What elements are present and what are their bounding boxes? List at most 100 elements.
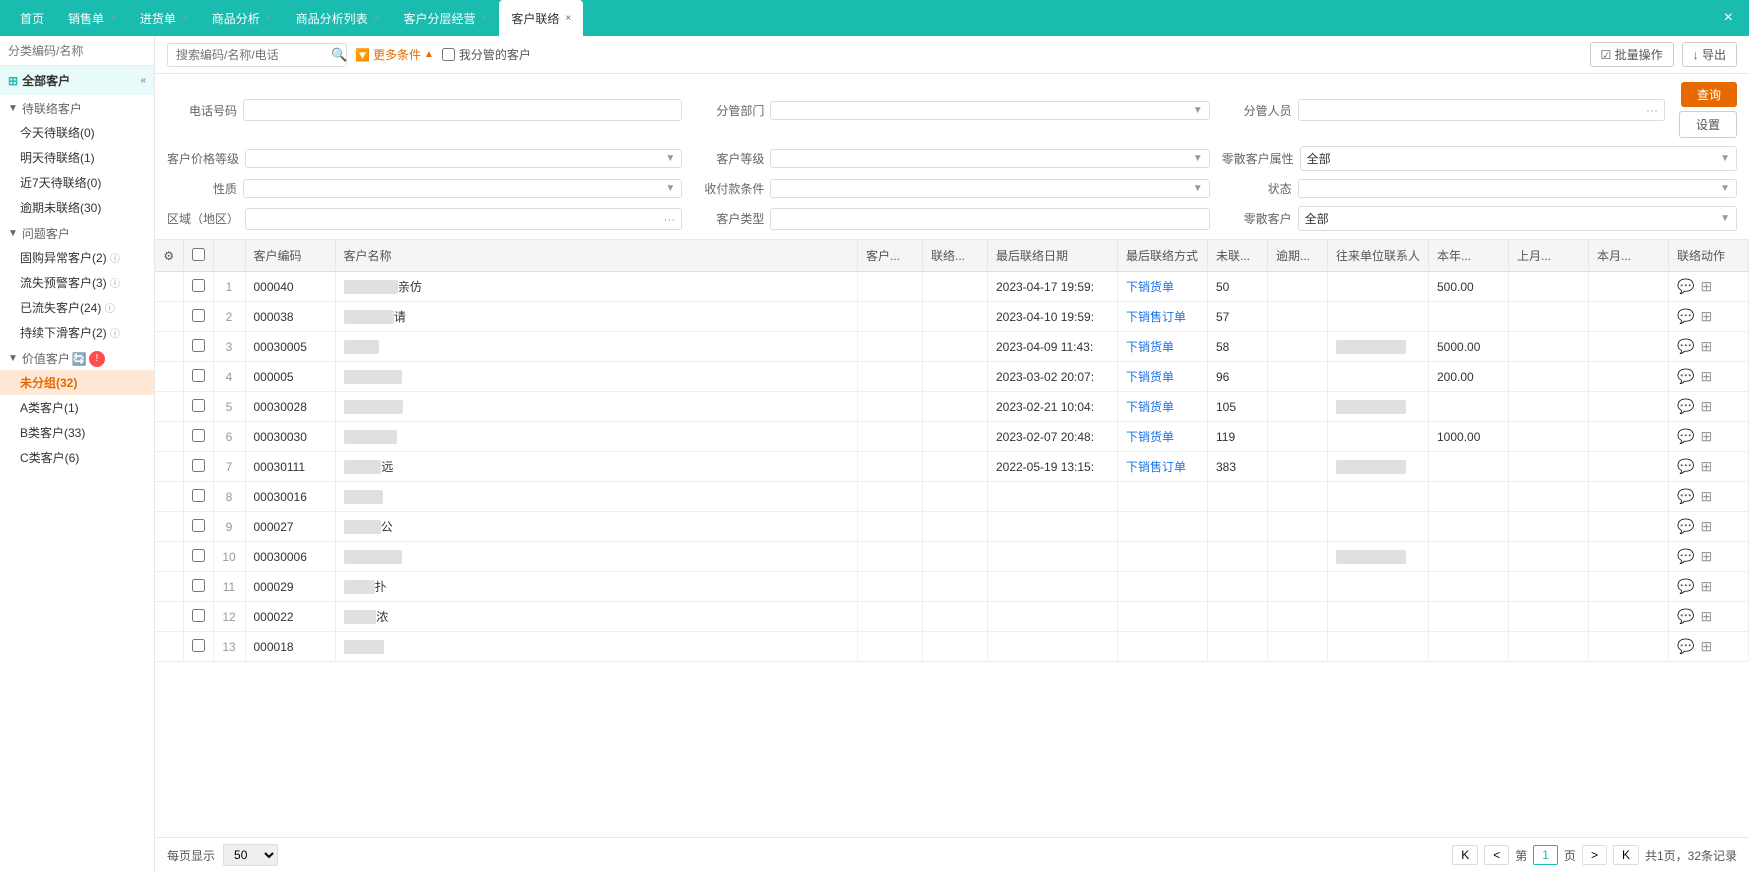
row-checkbox-cell[interactable] [183, 602, 213, 632]
chat-icon[interactable]: 💬 [1677, 338, 1694, 355]
chat-icon[interactable]: 💬 [1677, 278, 1694, 295]
my-customers-checkbox[interactable]: 我分管的客户 [442, 46, 531, 63]
row-checkbox-cell[interactable] [183, 422, 213, 452]
row-checkbox[interactable] [192, 339, 205, 352]
row-checkbox[interactable] [192, 549, 205, 562]
sidebar-item-7days[interactable]: 近7天待联络(0) [0, 170, 154, 195]
select-all-checkbox[interactable] [192, 248, 205, 261]
grid-action-icon[interactable]: ⊞ [1700, 548, 1712, 565]
first-page-btn[interactable]: K [1452, 845, 1478, 865]
grid-action-icon[interactable]: ⊞ [1700, 578, 1712, 595]
chat-icon[interactable]: 💬 [1677, 428, 1694, 445]
row-checkbox[interactable] [192, 609, 205, 622]
row-checkbox[interactable] [192, 579, 205, 592]
prev-page-btn[interactable]: < [1484, 845, 1509, 865]
sidebar-item-unclassified[interactable]: 未分组(32) [0, 370, 154, 395]
export-button[interactable]: ↓ 导出 [1682, 42, 1737, 67]
row-checkbox[interactable] [192, 429, 205, 442]
close-goods-analysis-list-icon[interactable]: × [374, 13, 380, 24]
last-way-link[interactable]: 下销货单 [1126, 340, 1174, 354]
collapse-sidebar-icon[interactable]: « [140, 75, 146, 86]
chat-icon[interactable]: 💬 [1677, 368, 1694, 385]
row-checkbox[interactable] [192, 399, 205, 412]
col-header-contact[interactable]: 联络... [922, 240, 987, 272]
sidebar-item-tomorrow[interactable]: 明天待联络(1) [0, 145, 154, 170]
col-header-no-contact[interactable]: 未联... [1207, 240, 1267, 272]
sidebar-all-customers[interactable]: ⊞ 全部客户 « [0, 66, 154, 95]
price-grade-select[interactable]: ▼ [245, 149, 682, 168]
row-checkbox-cell[interactable] [183, 362, 213, 392]
dept-select[interactable]: ▼ [770, 101, 1209, 120]
sidebar-item-declining[interactable]: 持续下滑客户(2) ⓘ [0, 320, 154, 345]
reset-button[interactable]: 设置 [1679, 111, 1737, 138]
query-button[interactable]: 查询 [1681, 82, 1737, 107]
tab-sales[interactable]: 销售单 × [56, 0, 128, 36]
sidebar-item-b-class[interactable]: B类客户(33) [0, 420, 154, 445]
row-checkbox-cell[interactable] [183, 572, 213, 602]
chat-icon[interactable]: 💬 [1677, 308, 1694, 325]
row-checkbox[interactable] [192, 639, 205, 652]
grid-action-icon[interactable]: ⊞ [1700, 368, 1712, 385]
col-header-check[interactable] [183, 240, 213, 272]
tab-home[interactable]: 首页 [8, 0, 56, 36]
row-checkbox-cell[interactable] [183, 302, 213, 332]
col-header-this-year[interactable]: 本年... [1429, 240, 1509, 272]
payment-select[interactable]: ▼ [770, 179, 1209, 198]
col-header-partner[interactable]: 往来单位联系人 [1327, 240, 1428, 272]
row-checkbox[interactable] [192, 489, 205, 502]
last-way-link[interactable]: 下销货单 [1126, 280, 1174, 294]
grid-action-icon[interactable]: ⊞ [1700, 458, 1712, 475]
sidebar-item-lost[interactable]: 已流失客户(24) ⓘ [0, 295, 154, 320]
refresh-icon[interactable]: 🔄 [72, 352, 87, 366]
sidebar-group-problem[interactable]: ▼ 问题客户 [0, 220, 154, 245]
last-way-link[interactable]: 下销货单 [1126, 430, 1174, 444]
more-conditions-btn[interactable]: 🔽 更多条件 ▲ [355, 46, 434, 63]
sidebar-item-abnormal[interactable]: 固购异常客户(2) ⓘ [0, 245, 154, 270]
grid-action-icon[interactable]: ⊞ [1700, 488, 1712, 505]
status-select[interactable]: ▼ [1298, 179, 1737, 198]
chat-icon[interactable]: 💬 [1677, 488, 1694, 505]
col-header-code[interactable]: 客户编码 [245, 240, 335, 272]
close-sales-icon[interactable]: × [110, 13, 116, 24]
sidebar-item-overdue[interactable]: 逾期未联络(30) [0, 195, 154, 220]
grid-action-icon[interactable]: ⊞ [1700, 428, 1712, 445]
col-header-last-month[interactable]: 上月... [1509, 240, 1589, 272]
tab-goods-analysis-list[interactable]: 商品分析列表 × [284, 0, 392, 36]
chat-icon[interactable]: 💬 [1677, 458, 1694, 475]
chat-icon[interactable]: 💬 [1677, 548, 1694, 565]
col-header-settings[interactable]: ⚙ [155, 240, 183, 272]
settings-icon[interactable]: ⚙ [163, 249, 174, 263]
col-header-name[interactable]: 客户名称 [335, 240, 857, 272]
search-icon[interactable]: 🔍 [331, 47, 347, 63]
row-checkbox-cell[interactable] [183, 392, 213, 422]
grid-action-icon[interactable]: ⊞ [1700, 338, 1712, 355]
last-way-link[interactable]: 下销货单 [1126, 370, 1174, 384]
tab-goods-analysis[interactable]: 商品分析 × [200, 0, 284, 36]
row-checkbox-cell[interactable] [183, 452, 213, 482]
tab-customer-segment[interactable]: 客户分层经营 × [391, 0, 499, 36]
close-all-tabs-icon[interactable]: × [1716, 9, 1741, 27]
nature-select[interactable]: ▼ [243, 179, 682, 198]
grid-action-icon[interactable]: ⊞ [1700, 518, 1712, 535]
next-page-btn[interactable]: > [1582, 845, 1607, 865]
row-checkbox-cell[interactable] [183, 332, 213, 362]
chat-icon[interactable]: 💬 [1677, 578, 1694, 595]
col-header-type[interactable]: 客户... [857, 240, 922, 272]
last-way-link[interactable]: 下销售订单 [1126, 310, 1186, 324]
phone-input[interactable] [243, 99, 682, 121]
col-header-overdue[interactable]: 逾期... [1267, 240, 1327, 272]
sidebar-item-c-class[interactable]: C类客户(6) [0, 445, 154, 470]
row-checkbox-cell[interactable] [183, 272, 213, 302]
col-header-last-way[interactable]: 最后联络方式 [1117, 240, 1207, 272]
customer-type-input[interactable] [770, 208, 1209, 230]
chat-icon[interactable]: 💬 [1677, 608, 1694, 625]
grid-action-icon[interactable]: ⊞ [1700, 398, 1712, 415]
grid-action-icon[interactable]: ⊞ [1700, 608, 1712, 625]
row-checkbox-cell[interactable] [183, 632, 213, 662]
row-checkbox[interactable] [192, 519, 205, 532]
retail-attr-select[interactable]: 全部 ▼ [1300, 146, 1737, 171]
search-input[interactable] [176, 48, 331, 62]
manager-select[interactable]: ··· [1298, 99, 1665, 121]
last-page-btn[interactable]: K [1613, 845, 1639, 865]
close-customer-segment-icon[interactable]: × [481, 13, 487, 24]
